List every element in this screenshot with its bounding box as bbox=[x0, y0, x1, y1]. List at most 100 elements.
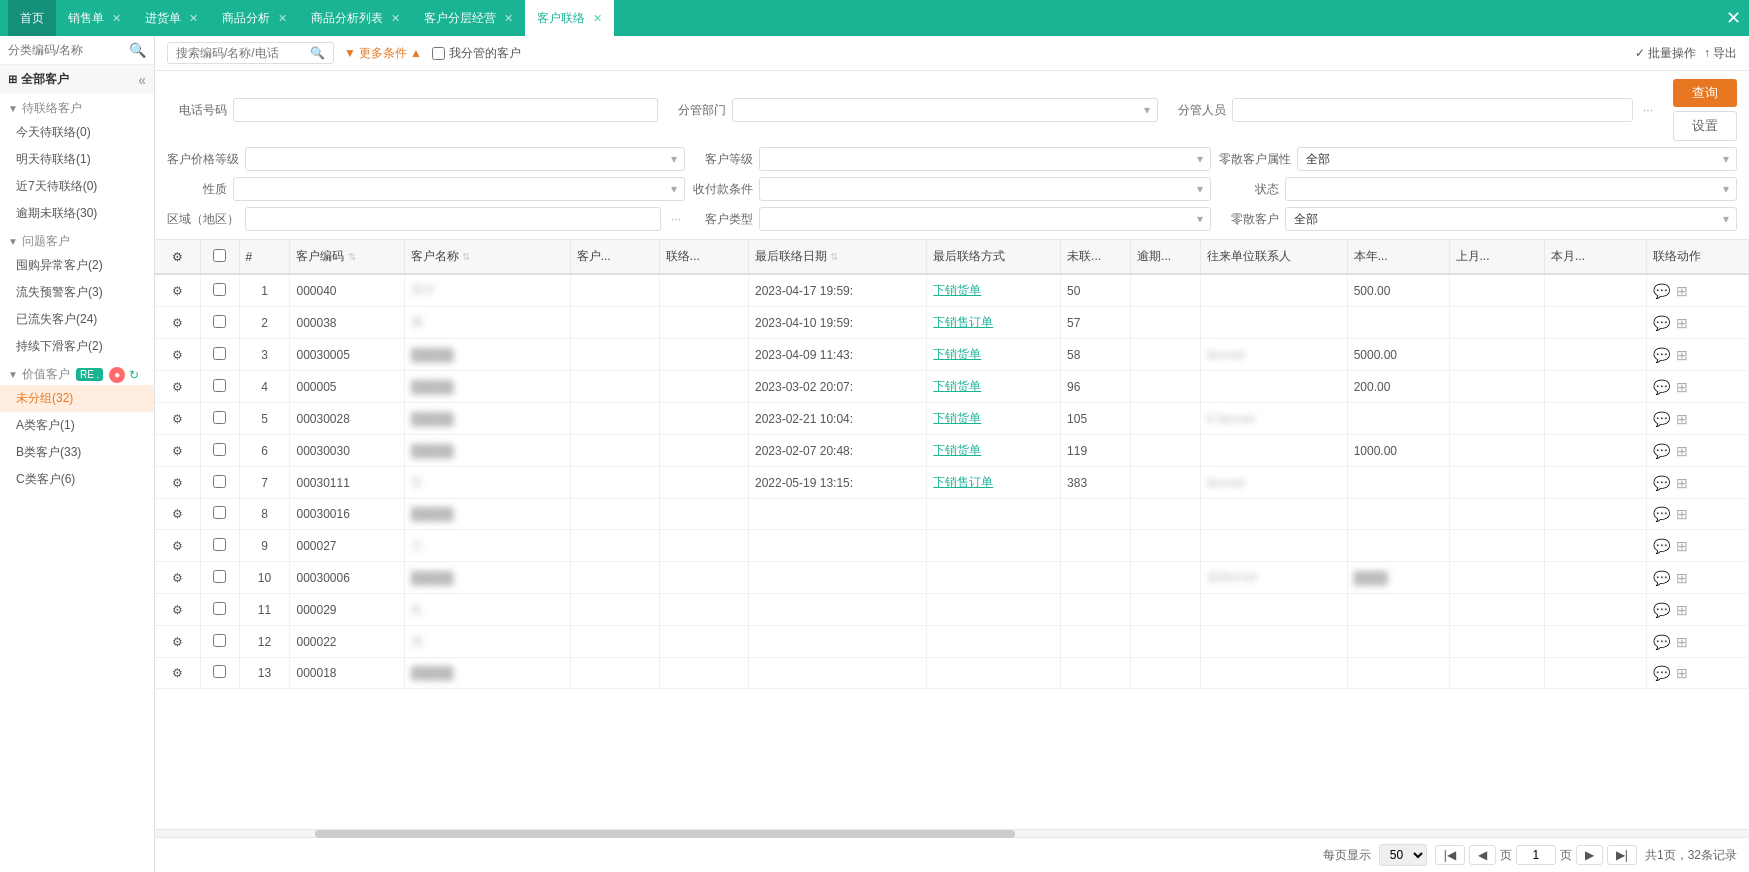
row-gear[interactable]: ⚙ bbox=[155, 499, 201, 530]
horizontal-scrollbar[interactable] bbox=[155, 829, 1749, 837]
sidebar-collapse-btn[interactable]: « bbox=[138, 72, 146, 88]
more-conditions-btn[interactable]: ▼ 更多条件 ▲ bbox=[344, 45, 422, 62]
last-page-btn[interactable]: ▶| bbox=[1607, 845, 1637, 865]
select-all-checkbox[interactable] bbox=[213, 249, 226, 262]
tab-purchase-close[interactable]: ✕ bbox=[189, 12, 198, 25]
tab-customer-tier[interactable]: 客户分层经营 ✕ bbox=[412, 0, 525, 36]
row-action[interactable]: 💬 ⊞ bbox=[1646, 403, 1748, 435]
row-select-check[interactable] bbox=[213, 634, 226, 647]
nav-close-all[interactable]: ✕ bbox=[1726, 7, 1741, 29]
tab-sales-close[interactable]: ✕ bbox=[112, 12, 121, 25]
row-gear[interactable]: ⚙ bbox=[155, 626, 201, 658]
tab-product-analysis-list-close[interactable]: ✕ bbox=[391, 12, 400, 25]
row-checkbox[interactable] bbox=[201, 562, 239, 594]
row-gear[interactable]: ⚙ bbox=[155, 371, 201, 403]
my-customers-check[interactable] bbox=[432, 47, 445, 60]
chat-icon[interactable]: 💬 bbox=[1653, 347, 1670, 363]
row-last-way[interactable]: 下销货单 bbox=[927, 371, 1061, 403]
row-action[interactable]: 💬 ⊞ bbox=[1646, 594, 1748, 626]
sidebar-item-today-pending[interactable]: 今天待联络(0) bbox=[0, 119, 154, 146]
row-last-way[interactable]: 下销售订单 bbox=[927, 307, 1061, 339]
row-last-way[interactable]: 下销货单 bbox=[927, 403, 1061, 435]
row-last-way[interactable] bbox=[927, 562, 1061, 594]
grid-action-icon[interactable]: ⊞ bbox=[1676, 634, 1688, 650]
row-gear[interactable]: ⚙ bbox=[155, 307, 201, 339]
grid-action-icon[interactable]: ⊞ bbox=[1676, 602, 1688, 618]
chat-icon[interactable]: 💬 bbox=[1653, 665, 1670, 681]
tab-purchase[interactable]: 进货单 ✕ bbox=[133, 0, 210, 36]
row-last-way[interactable]: 下销货单 bbox=[927, 274, 1061, 307]
row-checkbox[interactable] bbox=[201, 403, 239, 435]
search-button[interactable]: 查询 bbox=[1673, 79, 1737, 107]
tab-customer-contact-close[interactable]: ✕ bbox=[593, 12, 602, 25]
chat-icon[interactable]: 💬 bbox=[1653, 602, 1670, 618]
row-last-way[interactable]: 下销货单 bbox=[927, 339, 1061, 371]
row-select-check[interactable] bbox=[213, 602, 226, 615]
phone-input[interactable] bbox=[233, 98, 658, 122]
grid-action-icon[interactable]: ⊞ bbox=[1676, 347, 1688, 363]
row-last-way[interactable] bbox=[927, 626, 1061, 658]
sidebar-item-abnormal[interactable]: 囤购异常客户(2) bbox=[0, 252, 154, 279]
grid-action-icon[interactable]: ⊞ bbox=[1676, 315, 1688, 331]
grid-action-icon[interactable]: ⊞ bbox=[1676, 538, 1688, 554]
prev-page-btn[interactable]: ◀ bbox=[1469, 845, 1496, 865]
chat-icon[interactable]: 💬 bbox=[1653, 283, 1670, 299]
per-page-select[interactable]: 50 bbox=[1379, 844, 1427, 866]
sidebar-item-class-c[interactable]: C类客户(6) bbox=[0, 466, 154, 493]
checkbox-col-header[interactable] bbox=[201, 240, 239, 274]
row-gear[interactable]: ⚙ bbox=[155, 562, 201, 594]
gear-col-header[interactable]: ⚙ bbox=[155, 240, 201, 274]
row-action[interactable]: 💬 ⊞ bbox=[1646, 339, 1748, 371]
row-checkbox[interactable] bbox=[201, 467, 239, 499]
row-select-check[interactable] bbox=[213, 379, 226, 392]
sidebar-item-class-b[interactable]: B类客户(33) bbox=[0, 439, 154, 466]
next-page-btn[interactable]: ▶ bbox=[1576, 845, 1603, 865]
row-checkbox[interactable] bbox=[201, 658, 239, 689]
row-checkbox[interactable] bbox=[201, 274, 239, 307]
row-gear[interactable]: ⚙ bbox=[155, 339, 201, 371]
reset-button[interactable]: 设置 bbox=[1673, 111, 1737, 141]
grid-action-icon[interactable]: ⊞ bbox=[1676, 379, 1688, 395]
row-checkbox[interactable] bbox=[201, 530, 239, 562]
sidebar-search-icon[interactable]: 🔍 bbox=[129, 42, 146, 58]
customer-level-select[interactable] bbox=[759, 147, 1211, 171]
tab-customer-tier-close[interactable]: ✕ bbox=[504, 12, 513, 25]
my-customers-checkbox[interactable]: 我分管的客户 bbox=[432, 45, 521, 62]
row-last-way[interactable]: 下销货单 bbox=[927, 435, 1061, 467]
row-last-way[interactable] bbox=[927, 530, 1061, 562]
first-page-btn[interactable]: |◀ bbox=[1435, 845, 1465, 865]
grid-action-icon[interactable]: ⊞ bbox=[1676, 570, 1688, 586]
row-action[interactable]: 💬 ⊞ bbox=[1646, 562, 1748, 594]
grid-action-icon[interactable]: ⊞ bbox=[1676, 506, 1688, 522]
price-level-select[interactable] bbox=[245, 147, 685, 171]
row-action[interactable]: 💬 ⊞ bbox=[1646, 499, 1748, 530]
chat-icon[interactable]: 💬 bbox=[1653, 475, 1670, 491]
row-checkbox[interactable] bbox=[201, 339, 239, 371]
region-dots[interactable]: ··· bbox=[667, 212, 685, 226]
row-gear[interactable]: ⚙ bbox=[155, 403, 201, 435]
row-last-way[interactable] bbox=[927, 594, 1061, 626]
row-select-check[interactable] bbox=[213, 443, 226, 456]
row-last-way[interactable]: 下销售订单 bbox=[927, 467, 1061, 499]
row-select-check[interactable] bbox=[213, 347, 226, 360]
row-checkbox[interactable] bbox=[201, 499, 239, 530]
col-name[interactable]: 客户名称 ⇅ bbox=[405, 240, 571, 274]
tab-home[interactable]: 首页 bbox=[8, 0, 56, 36]
customer-type-select[interactable] bbox=[759, 207, 1211, 231]
row-select-check[interactable] bbox=[213, 315, 226, 328]
tab-product-analysis[interactable]: 商品分析 ✕ bbox=[210, 0, 299, 36]
row-gear[interactable]: ⚙ bbox=[155, 658, 201, 689]
row-gear[interactable]: ⚙ bbox=[155, 530, 201, 562]
row-action[interactable]: 💬 ⊞ bbox=[1646, 274, 1748, 307]
sidebar-item-overdue-pending[interactable]: 逾期未联络(30) bbox=[0, 200, 154, 227]
row-gear[interactable]: ⚙ bbox=[155, 467, 201, 499]
row-select-check[interactable] bbox=[213, 475, 226, 488]
row-action[interactable]: 💬 ⊞ bbox=[1646, 626, 1748, 658]
row-action[interactable]: 💬 ⊞ bbox=[1646, 307, 1748, 339]
page-input[interactable] bbox=[1516, 845, 1556, 865]
col-last-date[interactable]: 最后联络日期 ⇅ bbox=[749, 240, 927, 274]
tab-product-analysis-list[interactable]: 商品分析列表 ✕ bbox=[299, 0, 412, 36]
sidebar-item-churned[interactable]: 已流失客户(24) bbox=[0, 306, 154, 333]
nature-select[interactable] bbox=[233, 177, 685, 201]
row-last-way[interactable] bbox=[927, 658, 1061, 689]
